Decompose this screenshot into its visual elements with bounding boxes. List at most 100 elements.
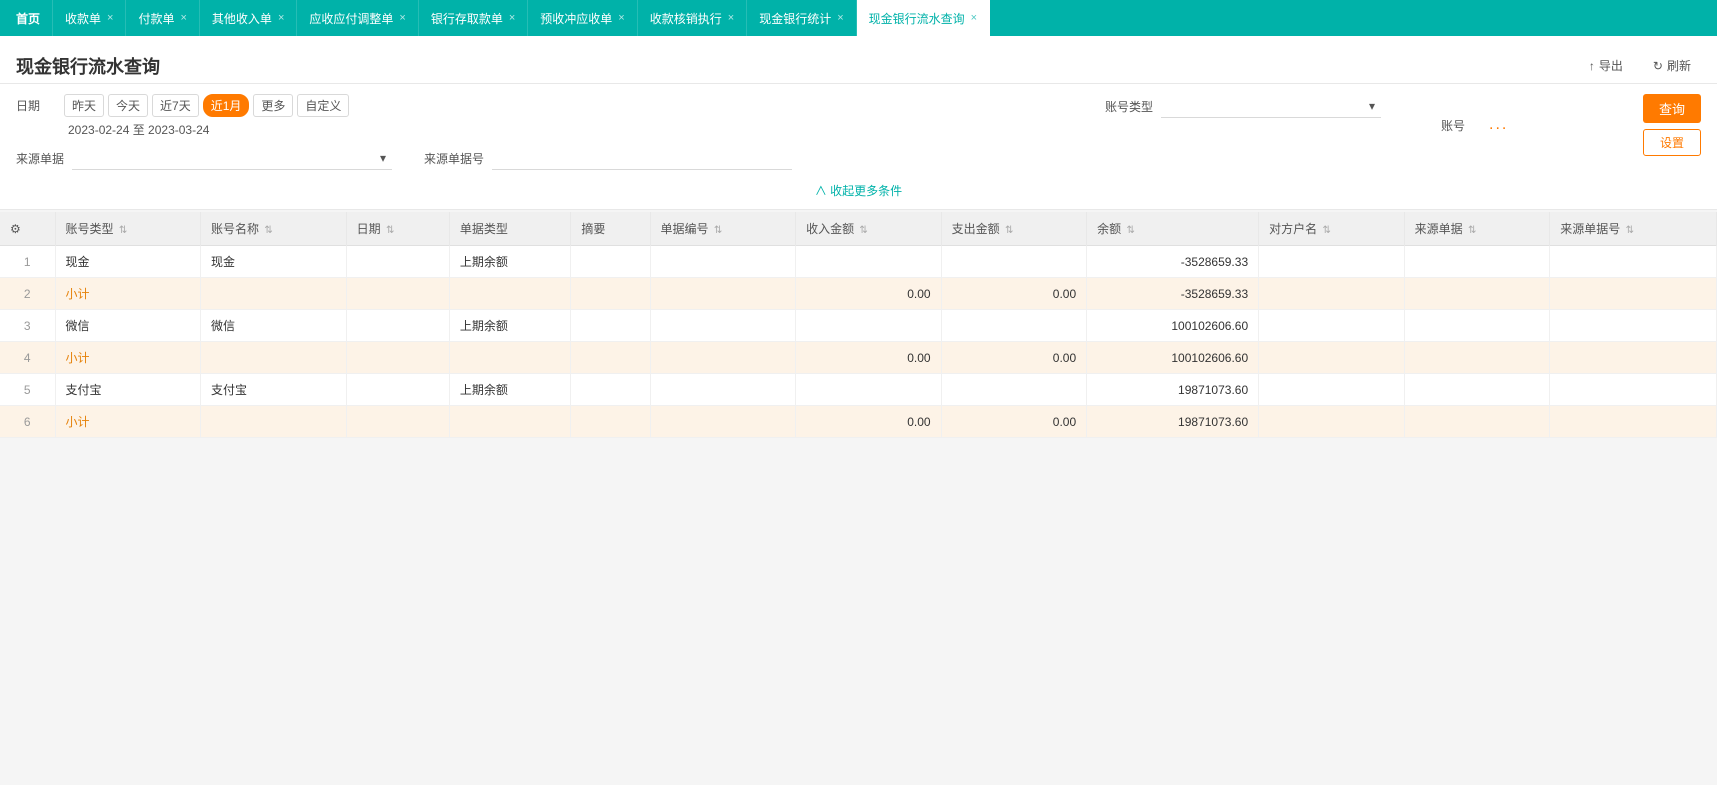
nav-item-cash-stat[interactable]: 现金银行统计 × [747, 0, 856, 36]
col-source-doc[interactable]: 来源单据 ⇅ [1404, 212, 1550, 246]
sort-icon-income: ⇅ [859, 225, 867, 236]
col-counterparty[interactable]: 对方户名 ⇅ [1259, 212, 1405, 246]
cell-account-name [201, 406, 347, 438]
nav-label-writeoff: 收款核销执行 [650, 10, 722, 27]
cell-account-name: 支付宝 [201, 374, 347, 406]
cell-doc-no [650, 406, 796, 438]
date-btn-today[interactable]: 今天 [108, 94, 148, 117]
cell-doc-no [650, 374, 796, 406]
col-source-doc-no[interactable]: 来源单据号 ⇅ [1550, 212, 1717, 246]
cell-balance: -3528659.33 [1087, 278, 1259, 310]
nav-item-ar-ap-adjust[interactable]: 应收应付调整单 × [297, 0, 418, 36]
date-btn-7days[interactable]: 近7天 [152, 94, 199, 117]
source-doc-num-input[interactable] [492, 146, 792, 170]
account-type-select[interactable]: ▾ [1161, 94, 1381, 118]
close-icon-bank-deposit[interactable]: × [509, 12, 515, 24]
cell-summary [571, 342, 650, 374]
account-dots-button[interactable]: ... [1489, 116, 1508, 134]
col-doc-type: 单据类型 [449, 212, 570, 246]
table-container: ⚙ 账号类型 ⇅ 账号名称 ⇅ 日期 ⇅ 单据类型 摘要 单据编号 ⇅ 收入金额… [0, 212, 1717, 438]
collapse-bar[interactable]: ∧ 收起更多条件 [16, 178, 1701, 203]
sort-icon-source-doc-no: ⇅ [1626, 225, 1634, 236]
cell-doc-type [449, 278, 570, 310]
nav-label-receipt: 收款单 [65, 10, 101, 27]
close-icon-writeoff[interactable]: × [728, 12, 734, 24]
col-account-name[interactable]: 账号名称 ⇅ [201, 212, 347, 246]
cell-counterparty [1259, 310, 1405, 342]
date-btn-yesterday[interactable]: 昨天 [64, 94, 104, 117]
nav-item-cash-flow[interactable]: 现金银行流水查询 × [857, 0, 990, 36]
cell-num: 3 [0, 310, 55, 342]
date-options: 昨天 今天 近7天 近1月 更多 自定义 [64, 94, 349, 117]
nav-item-payment[interactable]: 付款单 × [126, 0, 199, 36]
close-icon-other-income[interactable]: × [278, 12, 284, 24]
query-button[interactable]: 查询 [1643, 94, 1701, 123]
source-doc-select[interactable]: ▾ [72, 146, 392, 170]
col-date[interactable]: 日期 ⇅ [346, 212, 449, 246]
export-button[interactable]: ↑ 导出 [1579, 53, 1633, 78]
cell-date [346, 342, 449, 374]
sort-icon-account-type: ⇅ [119, 225, 127, 236]
cell-summary [571, 278, 650, 310]
cell-account-type: 微信 [55, 310, 201, 342]
close-icon-cash-flow[interactable]: × [971, 12, 977, 24]
cell-num: 1 [0, 246, 55, 278]
close-icon-prepay-offset[interactable]: × [618, 12, 624, 24]
table-row: 1 现金 现金 上期余额 -3528659.33 [0, 246, 1717, 278]
cell-expense [941, 246, 1087, 278]
cell-date [346, 310, 449, 342]
source-doc-label: 来源单据 [16, 150, 64, 167]
nav-item-home[interactable]: 首页 [4, 0, 53, 36]
date-btn-1month[interactable]: 近1月 [203, 94, 250, 117]
sort-icon-account-name: ⇅ [264, 225, 272, 236]
cell-counterparty [1259, 406, 1405, 438]
cell-source-doc-no [1550, 278, 1717, 310]
cell-account-type: 小计 [55, 278, 201, 310]
col-income[interactable]: 收入金额 ⇅ [796, 212, 942, 246]
close-icon-cash-stat[interactable]: × [837, 12, 843, 24]
cell-date [346, 278, 449, 310]
sort-icon-source-doc: ⇅ [1468, 225, 1476, 236]
settings-button[interactable]: 设置 [1643, 129, 1701, 156]
nav-item-other-income[interactable]: 其他收入单 × [200, 0, 297, 36]
col-account-type[interactable]: 账号类型 ⇅ [55, 212, 201, 246]
col-balance[interactable]: 余额 ⇅ [1087, 212, 1259, 246]
nav-item-bank-deposit[interactable]: 银行存取款单 × [419, 0, 528, 36]
nav-item-receipt[interactable]: 收款单 × [53, 0, 126, 36]
page-header: 现金银行流水查询 ↑ 导出 ↻ 刷新 [0, 36, 1717, 84]
close-icon-payment[interactable]: × [180, 12, 186, 24]
table-row: 3 微信 微信 上期余额 100102606.60 [0, 310, 1717, 342]
top-navigation: 首页 收款单 × 付款单 × 其他收入单 × 应收应付调整单 × 银行存取款单 … [0, 0, 1717, 36]
table-row: 4 小计 0.00 0.00 100102606.60 [0, 342, 1717, 374]
close-icon-receipt[interactable]: × [107, 12, 113, 24]
cell-doc-no [650, 342, 796, 374]
table-row: 5 支付宝 支付宝 上期余额 19871073.60 [0, 374, 1717, 406]
cell-doc-type [449, 342, 570, 374]
col-expense[interactable]: 支出金额 ⇅ [941, 212, 1087, 246]
col-doc-no[interactable]: 单据编号 ⇅ [650, 212, 796, 246]
nav-item-writeoff[interactable]: 收款核销执行 × [638, 0, 747, 36]
cell-balance: 19871073.60 [1087, 374, 1259, 406]
col-gear[interactable]: ⚙ [0, 212, 55, 246]
cell-account-name [201, 342, 347, 374]
cell-expense [941, 374, 1087, 406]
nav-label-ar-ap-adjust: 应收应付调整单 [309, 10, 393, 27]
cell-income [796, 310, 942, 342]
table-row: 6 小计 0.00 0.00 19871073.60 [0, 406, 1717, 438]
cell-doc-no [650, 310, 796, 342]
date-label: 日期 [16, 97, 56, 114]
cell-summary [571, 246, 650, 278]
cell-account-type: 支付宝 [55, 374, 201, 406]
export-icon: ↑ [1589, 59, 1595, 73]
refresh-button[interactable]: ↻ 刷新 [1643, 53, 1701, 78]
nav-label-cash-flow: 现金银行流水查询 [869, 10, 965, 27]
close-icon-ar-ap-adjust[interactable]: × [399, 12, 405, 24]
nav-item-prepay-offset[interactable]: 预收冲应收单 × [528, 0, 637, 36]
date-range: 2023-02-24 至 2023-03-24 [68, 121, 209, 138]
cell-source-doc [1404, 278, 1550, 310]
table-header-row: ⚙ 账号类型 ⇅ 账号名称 ⇅ 日期 ⇅ 单据类型 摘要 单据编号 ⇅ 收入金额… [0, 212, 1717, 246]
nav-label-cash-stat: 现金银行统计 [759, 10, 831, 27]
date-btn-custom[interactable]: 自定义 [297, 94, 349, 117]
date-btn-more[interactable]: 更多 [253, 94, 293, 117]
cell-date [346, 406, 449, 438]
